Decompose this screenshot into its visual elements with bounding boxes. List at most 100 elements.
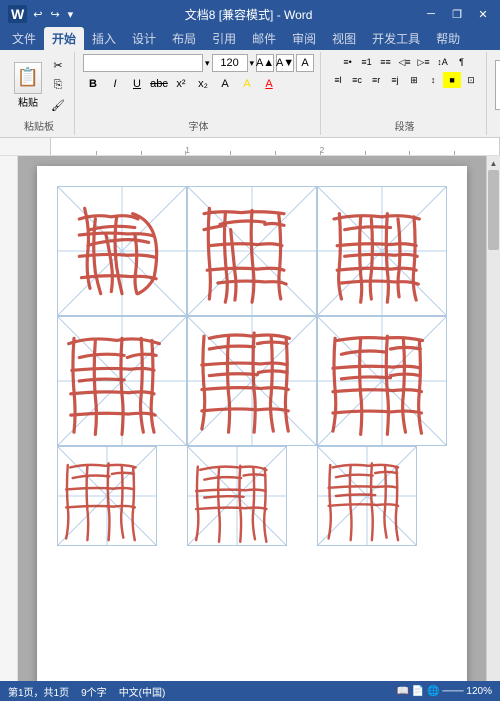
border-button[interactable]: ⊡ <box>462 72 480 88</box>
paragraph-group: ≡• ≡1 ≡≡ ◁≡ ▷≡ ↕A ¶ ≡l ≡c ≡r ≡j ⊞ ↕ ■ ⊡ <box>323 52 487 135</box>
format-painter-button[interactable]: 🖌 <box>48 96 68 114</box>
font-label: 字体 <box>189 118 209 133</box>
char-cell-7 <box>57 446 157 546</box>
scroll-track[interactable] <box>487 170 500 687</box>
scroll-thumb[interactable] <box>488 170 499 250</box>
align-center-button[interactable]: ≡c <box>348 72 366 88</box>
zoom-slider[interactable]: ─── <box>442 686 466 697</box>
tab-references[interactable]: 引用 <box>204 27 244 50</box>
font-name-dropdown-icon[interactable]: ▾ <box>205 58 210 69</box>
close-button[interactable]: ✕ <box>474 5 492 23</box>
char-cell-2 <box>187 186 317 316</box>
vertical-scrollbar[interactable]: ▲ ▼ <box>486 156 500 701</box>
ruler-scale: 1 2 <box>50 138 500 155</box>
char-svg-6 <box>318 317 446 445</box>
char-cell-9 <box>317 446 417 546</box>
char-cell-6 <box>317 316 447 446</box>
font-size-input[interactable] <box>212 54 248 72</box>
char-svg-5 <box>188 317 316 445</box>
increase-font-button[interactable]: A▲ <box>256 54 274 72</box>
page-count: 第1页，共1页 <box>8 684 69 699</box>
clipboard-group: 📋 粘贴 ✂ ⎘ 🖌 粘贴板 <box>4 52 75 135</box>
char-cell-8 <box>187 446 287 546</box>
undo-button[interactable]: ↩ <box>31 8 44 21</box>
tab-developer[interactable]: 开发工具 <box>364 27 428 50</box>
sort-button[interactable]: ↕A <box>434 54 452 70</box>
paste-label: 粘贴 <box>18 94 38 109</box>
word-icon: W <box>8 5 27 23</box>
document-page <box>37 166 467 691</box>
font-size-dropdown-icon[interactable]: ▾ <box>250 58 255 69</box>
column-button[interactable]: ⊞ <box>405 72 423 88</box>
redo-button[interactable]: ↪ <box>48 8 61 21</box>
tab-layout[interactable]: 布局 <box>164 27 204 50</box>
print-layout-button[interactable]: 📄 <box>412 686 424 697</box>
shading-button[interactable]: ■ <box>443 72 461 88</box>
font-name-input[interactable] <box>83 54 203 72</box>
italic-button[interactable]: I <box>105 75 125 93</box>
view-controls: 📖 📄 🌐 ─── 120% <box>397 686 492 697</box>
char-cell-4 <box>57 316 187 446</box>
numbering-button[interactable]: ≡1 <box>358 54 376 70</box>
font-group: ▾ ▾ A▲ A▼ A B I U abc x² x₂ A A A <box>77 52 321 135</box>
vertical-ruler <box>0 156 18 701</box>
title-bar: W ↩ ↪ ▾ 文档8 [兼容模式] - Word ─ ❐ ✕ <box>0 0 500 28</box>
decrease-font-button[interactable]: A▼ <box>276 54 294 72</box>
line-spacing-button[interactable]: ↕ <box>424 72 442 88</box>
horizontal-ruler: 1 2 <box>0 138 500 156</box>
tab-view[interactable]: 视图 <box>324 27 364 50</box>
scroll-up-button[interactable]: ▲ <box>487 156 500 170</box>
char-svg-8 <box>188 447 286 545</box>
subscript-button[interactable]: x₂ <box>193 75 213 93</box>
tab-help[interactable]: 帮助 <box>428 27 468 50</box>
decrease-indent-button[interactable]: ◁≡ <box>396 54 414 70</box>
bullets-button[interactable]: ≡• <box>339 54 357 70</box>
tab-mailings[interactable]: 邮件 <box>244 27 284 50</box>
underline-button[interactable]: U <box>127 75 147 93</box>
minimize-button[interactable]: ─ <box>422 5 440 23</box>
word-count: 9个字 <box>81 684 107 699</box>
align-left-button[interactable]: ≡l <box>329 72 347 88</box>
ribbon: 📋 粘贴 ✂ ⎘ 🖌 粘贴板 ▾ ▾ A▲ <box>0 50 500 138</box>
char-svg-3 <box>318 187 446 315</box>
char-svg-1 <box>58 187 186 315</box>
multilevel-button[interactable]: ≡≡ <box>377 54 395 70</box>
paste-icon: 📋 <box>14 62 42 94</box>
char-svg-9 <box>318 447 416 545</box>
restore-button[interactable]: ❐ <box>448 5 466 23</box>
clear-format-button[interactable]: A <box>296 54 314 72</box>
copy-button[interactable]: ⎘ <box>48 76 68 94</box>
bold-button[interactable]: B <box>83 75 103 93</box>
char-cell-3 <box>317 186 447 316</box>
justify-button[interactable]: ≡j <box>386 72 404 88</box>
superscript-button[interactable]: x² <box>171 75 191 93</box>
tab-insert[interactable]: 插入 <box>84 27 124 50</box>
char-svg-2 <box>188 187 316 315</box>
web-layout-button[interactable]: 🌐 <box>427 686 439 697</box>
page-wrapper[interactable] <box>18 156 486 701</box>
show-formatting-button[interactable]: ¶ <box>453 54 471 70</box>
text-highlight-button[interactable]: A <box>237 75 257 93</box>
language: 中文(中国) <box>119 684 166 699</box>
quick-access-toolbar: W ↩ ↪ ▾ <box>8 5 75 23</box>
ribbon-tabs: 文件 开始 插入 设计 布局 引用 邮件 审阅 视图 开发工具 帮助 <box>0 28 500 50</box>
strikethrough-button[interactable]: abc <box>149 75 169 93</box>
tab-review[interactable]: 审阅 <box>284 27 324 50</box>
cut-button[interactable]: ✂ <box>48 56 68 74</box>
char-svg-7 <box>58 447 156 545</box>
paste-button[interactable]: 📋 粘贴 <box>10 60 46 111</box>
styles-gallery[interactable]: 正文 <box>495 60 500 110</box>
align-right-button[interactable]: ≡r <box>367 72 385 88</box>
tab-file[interactable]: 文件 <box>4 27 44 50</box>
increase-indent-button[interactable]: ▷≡ <box>415 54 433 70</box>
text-effect-button[interactable]: A <box>215 75 235 93</box>
tab-home[interactable]: 开始 <box>44 27 84 50</box>
read-mode-button[interactable]: 📖 <box>397 686 409 697</box>
customize-qat-button[interactable]: ▾ <box>66 8 76 21</box>
tab-design[interactable]: 设计 <box>124 27 164 50</box>
paragraph-label: 段落 <box>395 118 415 133</box>
char-cell-5 <box>187 316 317 446</box>
styles-group: 正文 ▲ ▼ ▾ 样式 <box>489 52 500 135</box>
document-area: ▲ ▼ <box>0 156 500 701</box>
font-color-button[interactable]: A <box>259 75 279 93</box>
